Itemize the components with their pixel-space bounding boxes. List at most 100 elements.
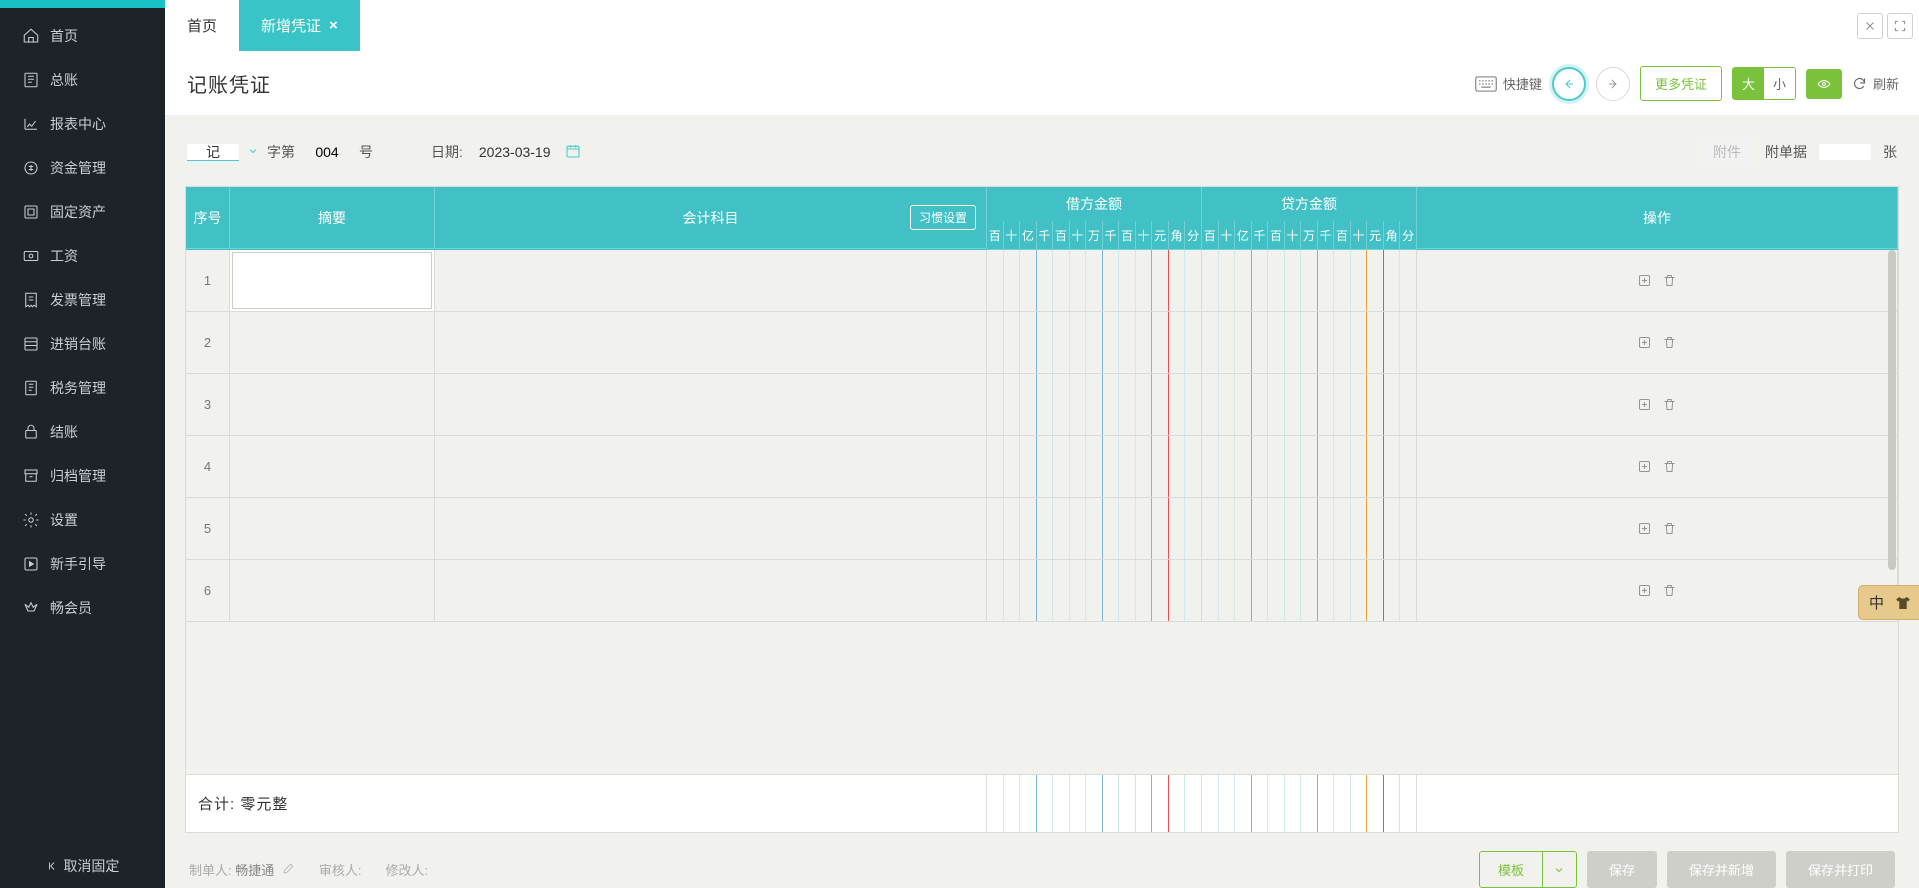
- amount-cell[interactable]: [1202, 560, 1219, 621]
- amount-cell[interactable]: [1219, 775, 1236, 832]
- save-new-button[interactable]: 保存并新增: [1667, 851, 1776, 888]
- credit-cell[interactable]: [1202, 436, 1417, 498]
- debit-cell[interactable]: [987, 560, 1202, 622]
- amount-cell[interactable]: [1169, 775, 1186, 832]
- amount-cell[interactable]: [1103, 312, 1120, 373]
- template-button-dropdown[interactable]: [1542, 852, 1576, 887]
- amount-cell[interactable]: [987, 775, 1004, 832]
- add-row-icon[interactable]: [1637, 335, 1652, 350]
- amount-cell[interactable]: [1185, 436, 1201, 497]
- amount-cell[interactable]: [987, 374, 1004, 435]
- amount-cell[interactable]: [1103, 374, 1120, 435]
- amount-cell[interactable]: [1037, 312, 1054, 373]
- sidebar-item-fund[interactable]: 资金管理: [0, 146, 165, 190]
- amount-cell[interactable]: [1367, 775, 1384, 832]
- amount-cell[interactable]: [1004, 775, 1021, 832]
- amount-cell[interactable]: [1169, 374, 1186, 435]
- amount-cell[interactable]: [1219, 498, 1236, 559]
- amount-cell[interactable]: [1268, 312, 1285, 373]
- amount-cell[interactable]: [987, 498, 1004, 559]
- amount-cell[interactable]: [1185, 250, 1201, 311]
- amount-cell[interactable]: [1318, 775, 1335, 832]
- amount-cell[interactable]: [1103, 436, 1120, 497]
- amount-cell[interactable]: [1268, 560, 1285, 621]
- amount-cell[interactable]: [1318, 374, 1335, 435]
- tab-new-voucher[interactable]: 新增凭证 ×: [239, 0, 360, 51]
- amount-cell[interactable]: [1219, 312, 1236, 373]
- amount-cell[interactable]: [1351, 498, 1368, 559]
- amount-cell[interactable]: [1384, 775, 1401, 832]
- amount-cell[interactable]: [1285, 436, 1302, 497]
- amount-cell[interactable]: [1268, 436, 1285, 497]
- delete-row-icon[interactable]: [1662, 583, 1677, 598]
- sidebar-item-tax[interactable]: 税务管理: [0, 366, 165, 410]
- amount-cell[interactable]: [1235, 436, 1252, 497]
- debit-cell[interactable]: [987, 374, 1202, 436]
- amount-cell[interactable]: [1004, 312, 1021, 373]
- amount-cell[interactable]: [1301, 436, 1318, 497]
- amount-cell[interactable]: [1384, 374, 1401, 435]
- amount-cell[interactable]: [1103, 250, 1120, 311]
- sidebar-item-home[interactable]: 首页: [0, 14, 165, 58]
- amount-cell[interactable]: [1334, 775, 1351, 832]
- amount-cell[interactable]: [1219, 250, 1236, 311]
- amount-cell[interactable]: [1252, 560, 1269, 621]
- amount-cell[interactable]: [1103, 775, 1120, 832]
- amount-cell[interactable]: [1235, 560, 1252, 621]
- amount-cell[interactable]: [1252, 250, 1269, 311]
- amount-cell[interactable]: [1053, 312, 1070, 373]
- account-cell[interactable]: [435, 436, 987, 498]
- account-cell[interactable]: [435, 560, 987, 622]
- amount-cell[interactable]: [1351, 374, 1368, 435]
- amount-cell[interactable]: [1219, 436, 1236, 497]
- amount-cell[interactable]: [1301, 775, 1318, 832]
- amount-cell[interactable]: [1070, 436, 1087, 497]
- amount-cell[interactable]: [1301, 374, 1318, 435]
- amount-cell[interactable]: [1202, 436, 1219, 497]
- amount-cell[interactable]: [1152, 775, 1169, 832]
- amount-cell[interactable]: [1185, 560, 1201, 621]
- amount-cell[interactable]: [1169, 498, 1186, 559]
- amount-cell[interactable]: [1301, 250, 1318, 311]
- amount-cell[interactable]: [1037, 560, 1054, 621]
- sidebar-item-close-period[interactable]: 结账: [0, 410, 165, 454]
- amount-cell[interactable]: [1086, 775, 1103, 832]
- amount-cell[interactable]: [1152, 374, 1169, 435]
- save-print-button[interactable]: 保存并打印: [1786, 851, 1895, 888]
- sidebar-item-salary[interactable]: 工资: [0, 234, 165, 278]
- amount-cell[interactable]: [1070, 498, 1087, 559]
- credit-cell[interactable]: [1202, 560, 1417, 622]
- amount-cell[interactable]: [1053, 498, 1070, 559]
- amount-cell[interactable]: [1367, 312, 1384, 373]
- amount-cell[interactable]: [1004, 436, 1021, 497]
- tabs-fullscreen-button[interactable]: [1887, 13, 1913, 39]
- preview-button[interactable]: [1806, 69, 1842, 99]
- amount-cell[interactable]: [1053, 436, 1070, 497]
- amount-cell[interactable]: [1020, 312, 1037, 373]
- tab-close-icon[interactable]: ×: [329, 17, 338, 34]
- amount-cell[interactable]: [1384, 498, 1401, 559]
- summary-cell[interactable]: [230, 312, 435, 374]
- amount-cell[interactable]: [1169, 312, 1186, 373]
- shortcut-button[interactable]: 快捷键: [1475, 74, 1542, 93]
- amount-cell[interactable]: [1252, 374, 1269, 435]
- more-voucher-button[interactable]: 更多凭证: [1640, 66, 1722, 101]
- amount-cell[interactable]: [1103, 560, 1120, 621]
- amount-cell[interactable]: [1285, 250, 1302, 311]
- amount-cell[interactable]: [1400, 498, 1416, 559]
- amount-cell[interactable]: [1351, 560, 1368, 621]
- amount-cell[interactable]: [1384, 312, 1401, 373]
- size-large[interactable]: 大: [1733, 68, 1764, 99]
- debit-cell[interactable]: [987, 312, 1202, 374]
- add-row-icon[interactable]: [1637, 583, 1652, 598]
- debit-cell[interactable]: [987, 498, 1202, 560]
- amount-cell[interactable]: [1020, 498, 1037, 559]
- amount-cell[interactable]: [1367, 436, 1384, 497]
- amount-cell[interactable]: [1400, 312, 1416, 373]
- amount-cell[interactable]: [1020, 775, 1037, 832]
- amount-cell[interactable]: [1202, 312, 1219, 373]
- amount-cell[interactable]: [1020, 560, 1037, 621]
- amount-cell[interactable]: [1367, 250, 1384, 311]
- amount-cell[interactable]: [987, 312, 1004, 373]
- amount-cell[interactable]: [1119, 498, 1136, 559]
